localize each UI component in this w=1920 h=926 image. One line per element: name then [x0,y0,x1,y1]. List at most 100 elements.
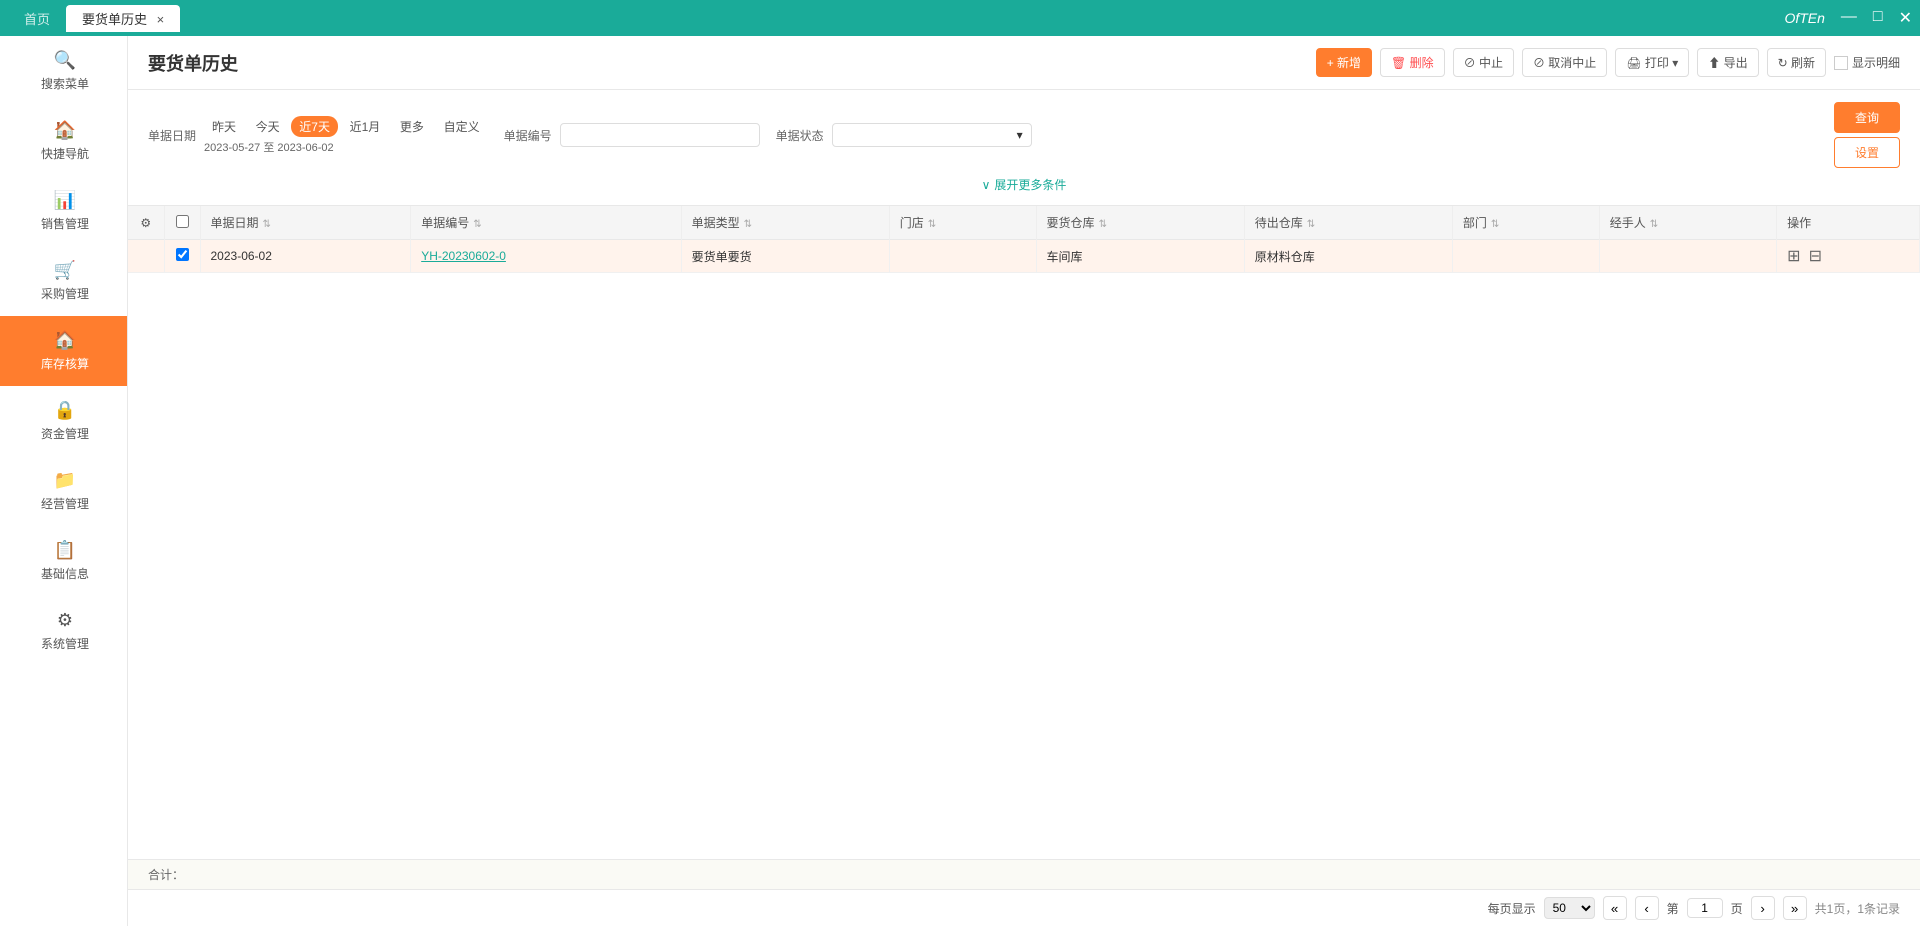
stop-button[interactable]: ⊘ 中止 [1453,48,1514,77]
sidebar-item-label: 库存核算 [41,355,89,372]
col-checkbox-header[interactable] [164,206,200,240]
row-edit-icon[interactable]: ⊞ [1787,246,1800,266]
status-select[interactable]: ▾ [832,123,1032,147]
row-req-warehouse: 车间库 [1036,240,1244,273]
col-handler-header[interactable]: 经手人 [1599,206,1776,240]
sidebar-item-label: 基础信息 [41,565,89,582]
brand-logo: OfTEn [1784,10,1824,26]
delete-button[interactable]: 🗑 删除 [1380,48,1445,77]
sidebar-item-shortcut[interactable]: 🏠 快捷导航 [0,106,127,176]
col-billno-header[interactable]: 单据编号 [411,206,681,240]
main-layout: 🔍 搜索菜单 🏠 快捷导航 📊 销售管理 🛒 采购管理 🏠 库存核算 🔒 资金管… [0,36,1920,926]
operations-icon: 📁 [54,470,76,491]
date-btn-today[interactable]: 今天 [248,116,288,137]
row-pending-warehouse: 原材料仓库 [1244,240,1452,273]
row-dept [1452,240,1599,273]
page-title: 要货单历史 [148,50,238,76]
settings-button[interactable]: 设置 [1834,137,1900,168]
bill-no-input[interactable] [560,123,760,147]
col-settings-header[interactable]: ⚙ [128,206,164,240]
filter-area: 单据日期 昨天 今天 近7天 近1月 更多 自定义 2023-05-27 至 2… [128,90,1920,206]
row-settings [128,240,164,273]
page-size-select[interactable]: 10 20 50 100 [1544,897,1595,919]
display-detail-toggle[interactable]: 显示明细 [1834,54,1900,71]
status-label: 单据状态 [776,127,824,144]
sidebar-item-label: 快捷导航 [41,145,89,162]
sidebar-item-operations[interactable]: 📁 经营管理 [0,456,127,526]
page-header: 要货单历史 + 新增 🗑 删除 ⊘ 中止 ⊘ 取消中止 🖨 打印 ▾ ⬆ 导出 … [128,36,1920,90]
query-button[interactable]: 查询 [1834,102,1900,133]
row-checkbox[interactable] [176,248,189,261]
sidebar-item-label: 销售管理 [41,215,89,232]
row-billno[interactable]: YH-20230602-0 [411,240,681,273]
col-date-header[interactable]: 单据日期 [200,206,411,240]
sidebar-item-label: 搜索菜单 [41,75,89,92]
sidebar-item-label: 经营管理 [41,495,89,512]
new-button[interactable]: + 新增 [1316,48,1372,77]
page-size-label: 每页显示 [1488,900,1536,917]
date-filter-label: 单据日期 [148,127,196,144]
expand-more-label: 展开更多条件 [994,176,1066,193]
tab-close-icon[interactable]: × [157,12,165,27]
date-range-display: 2023-05-27 至 2023-06-02 [204,139,488,155]
current-page-input[interactable] [1687,898,1723,918]
table-row[interactable]: 2023-06-02 YH-20230602-0 要货单要货 车间库 原材料仓库… [128,240,1920,273]
first-page-button[interactable]: « [1603,896,1627,920]
select-all-checkbox[interactable] [176,215,189,228]
date-btn-1month[interactable]: 近1月 [342,116,389,137]
sidebar-item-sales[interactable]: 📊 销售管理 [0,176,127,246]
col-type-header[interactable]: 单据类型 [681,206,889,240]
tab-home[interactable]: 首页 [8,5,66,32]
sidebar-item-purchase[interactable]: 🛒 采购管理 [0,246,127,316]
row-shop [889,240,1036,273]
date-btn-7days[interactable]: 近7天 [291,116,338,137]
expand-more-button[interactable]: ∨ 展开更多条件 [982,176,1067,193]
home-icon: 🏠 [54,120,76,141]
maximize-icon[interactable]: □ [1873,8,1883,28]
sidebar-item-label: 资金管理 [41,425,89,442]
page-label: 第 [1667,900,1679,917]
next-page-button[interactable]: › [1751,896,1775,920]
header-actions: + 新增 🗑 删除 ⊘ 中止 ⊘ 取消中止 🖨 打印 ▾ ⬆ 导出 ↻ 刷新 显… [1316,48,1900,77]
sidebar-item-label: 采购管理 [41,285,89,302]
prev-page-button[interactable]: ‹ [1635,896,1659,920]
display-detail-label: 显示明细 [1852,54,1900,71]
expand-more-area: ∨ 展开更多条件 [148,176,1900,193]
search-icon: 🔍 [54,50,76,71]
sidebar-item-base[interactable]: 📋 基础信息 [0,526,127,596]
sales-icon: 📊 [54,190,76,211]
sidebar-item-finance[interactable]: 🔒 资金管理 [0,386,127,456]
window-controls: — □ ✕ [1841,8,1912,28]
col-dept-header[interactable]: 部门 [1452,206,1599,240]
sidebar-item-system[interactable]: ⚙ 系统管理 [0,596,127,666]
minimize-icon[interactable]: — [1841,8,1857,28]
finance-icon: 🔒 [54,400,76,421]
summary-label: 合计： [148,866,184,883]
col-pending-warehouse-header[interactable]: 待出仓库 [1244,206,1452,240]
refresh-button[interactable]: ↻ 刷新 [1767,48,1826,77]
tab-requisition-history[interactable]: 要货单历史 × [66,5,180,32]
tab-list: 首页 要货单历史 × [8,5,1784,32]
row-checkbox-cell[interactable] [164,240,200,273]
display-detail-checkbox[interactable] [1834,56,1848,70]
date-options: 昨天 今天 近7天 近1月 更多 自定义 2023-05-27 至 2023-0… [204,116,488,155]
export-button[interactable]: ⬆ 导出 [1697,48,1758,77]
date-btn-more[interactable]: 更多 [392,116,432,137]
print-button[interactable]: 🖨 打印 ▾ [1615,48,1689,77]
col-shop-header[interactable]: 门店 [889,206,1036,240]
date-btn-yesterday[interactable]: 昨天 [204,116,244,137]
col-req-warehouse-header[interactable]: 要货仓库 [1036,206,1244,240]
row-more-icon[interactable]: ⊟ [1809,246,1822,266]
sidebar-item-search[interactable]: 🔍 搜索菜单 [0,36,127,106]
date-btn-custom[interactable]: 自定义 [436,116,488,137]
cancel-stop-button[interactable]: ⊘ 取消中止 [1522,48,1607,77]
chevron-down-icon: ∨ [982,178,991,192]
sidebar-item-inventory[interactable]: 🏠 库存核算 [0,316,127,386]
last-page-button[interactable]: » [1783,896,1807,920]
col-actions-header: 操作 [1777,206,1920,240]
gear-icon-header[interactable]: ⚙ [140,216,151,230]
row-actions: ⊞ ⊟ [1777,240,1920,273]
close-icon[interactable]: ✕ [1899,8,1912,28]
bill-no-label: 单据编号 [504,127,552,144]
inventory-icon: 🏠 [54,330,76,351]
